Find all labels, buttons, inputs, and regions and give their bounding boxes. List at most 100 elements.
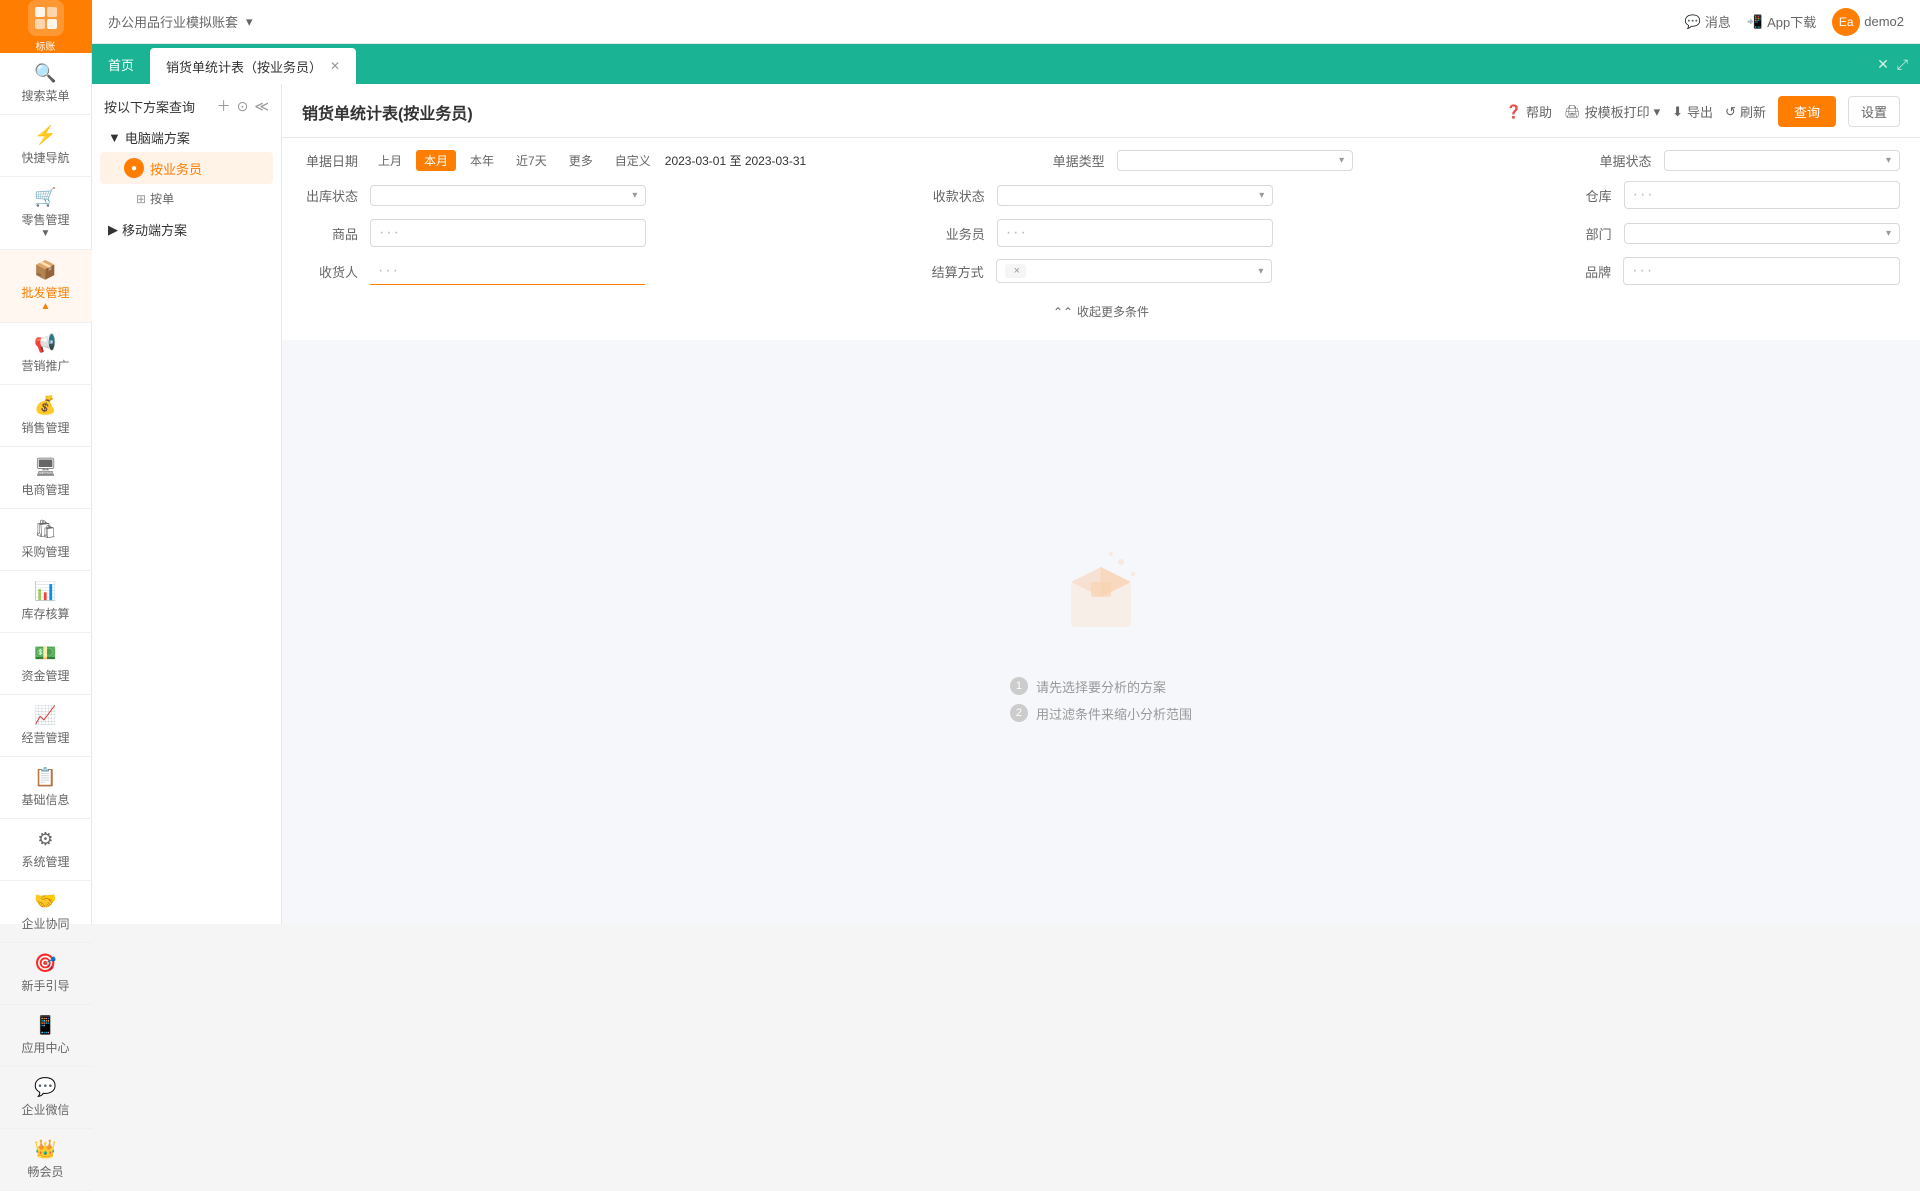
date-btn-last-month[interactable]: 上月	[370, 150, 410, 171]
goods-input[interactable]: ···	[370, 219, 646, 247]
sidebar-item-inventory[interactable]: 📊 库存核算	[0, 571, 92, 633]
out-status-select[interactable]: ▾	[370, 185, 646, 206]
settlement-label: 结算方式	[928, 262, 984, 281]
out-status-label: 出库状态	[302, 186, 358, 205]
tab-bar: 首页 销货单统计表（按业务员） ✕ ✕ ⤢	[92, 44, 1920, 84]
doc-status-arrow: ▾	[1886, 155, 1891, 166]
empty-tip-2: 2 用过滤条件来缩小分析范围	[1010, 704, 1192, 723]
help-icon: ❓	[1506, 104, 1522, 120]
sidebar-item-member[interactable]: 👑 畅会员	[0, 1129, 92, 1191]
page-title-row: 销货单统计表(按业务员) ❓ 帮助 🖨 按模板打印 ▾ ⬇	[302, 96, 1900, 137]
date-btn-this-year[interactable]: 本年	[462, 150, 502, 171]
shortcut-icon: ⚡	[34, 125, 56, 146]
doc-type-select[interactable]: ▾	[1117, 150, 1353, 171]
close-window-btn[interactable]: ✕	[1877, 56, 1889, 73]
filter-row-3: 商品 ··· 业务员 ··· 部门 ▾	[302, 219, 1900, 247]
settlement-arrow: ▾	[1258, 266, 1263, 277]
export-btn[interactable]: ⬇ 导出	[1672, 102, 1713, 121]
date-range: 2023-03-01 至 2023-03-31	[665, 152, 806, 169]
date-btn-this-month[interactable]: 本月	[416, 150, 456, 171]
filter-section: 单据日期 上月 本月 本年 近7天 更多 自定义 2023-03-01 至 20…	[282, 138, 1920, 340]
tip-num-1: 1	[1010, 677, 1028, 695]
sidebar-item-operations[interactable]: 📈 经营管理	[0, 695, 92, 757]
doc-type-arrow: ▾	[1339, 155, 1344, 166]
maximize-window-btn[interactable]: ⤢	[1897, 56, 1908, 73]
system-icon: ⚙	[37, 829, 53, 850]
warehouse-label: 仓库	[1556, 186, 1612, 205]
sidebar-item-sales[interactable]: 💰 销售管理	[0, 385, 92, 447]
payment-status-select[interactable]: ▾	[997, 185, 1273, 206]
warehouse-input[interactable]: ···	[1624, 181, 1900, 209]
tab-sales-stat[interactable]: 销货单统计表（按业务员） ✕	[150, 48, 356, 84]
collapse-row: ⌃⌃ 收起更多条件	[302, 295, 1900, 328]
sidebar-shortcut[interactable]: ⚡ 快捷导航	[0, 115, 92, 177]
header-right: 💬 消息 📲 App下载 Ea demo2	[1685, 8, 1904, 36]
message-btn[interactable]: 💬 消息	[1685, 12, 1731, 31]
brand-input[interactable]: ···	[1623, 257, 1900, 285]
doc-status-label: 单据状态	[1596, 151, 1652, 170]
member-icon: 👑	[34, 1139, 56, 1160]
tree-parent-pc[interactable]: ▼ 电脑端方案	[100, 124, 273, 151]
inventory-icon: 📊	[34, 581, 56, 602]
print-dropdown-icon: ▾	[1654, 104, 1661, 120]
empty-tip-1: 1 请先选择要分析的方案	[1010, 677, 1192, 696]
sidebar-search[interactable]: 🔍 搜索菜单	[0, 53, 92, 115]
empty-tips: 1 请先选择要分析的方案 2 用过滤条件来缩小分析范围	[1010, 677, 1192, 723]
payment-status-arrow: ▾	[1259, 190, 1264, 201]
date-btn-custom[interactable]: 自定义	[607, 150, 659, 171]
app-download-btn[interactable]: 📲 App下载	[1747, 12, 1816, 31]
top-header: 办公用品行业模拟账套 ▾ 💬 消息 📲 App下载 Ea demo2	[92, 0, 1920, 44]
settings-btn[interactable]: 设置	[1848, 96, 1900, 127]
settlement-tag-close[interactable]: ×	[1014, 265, 1020, 277]
template-print-btn[interactable]: 🖨 按模板打印 ▾	[1564, 102, 1660, 121]
breadcrumb: 办公用品行业模拟账套 ▾	[108, 12, 253, 31]
settlement-tag: ×	[1005, 264, 1026, 278]
sidebar-item-ecommerce[interactable]: 🖥 电商管理	[0, 447, 92, 509]
salesman-input[interactable]: ···	[997, 219, 1273, 247]
sidebar-item-finance[interactable]: 💵 资金管理	[0, 633, 92, 695]
sidebar-item-newbie[interactable]: 🎯 新手引导	[0, 943, 92, 1005]
tree-parent-mobile[interactable]: ▶ 移动端方案	[100, 216, 273, 243]
sidebar-item-marketing[interactable]: 📢 营销推广	[0, 323, 92, 385]
edit-scheme-btn[interactable]: ⊙	[237, 98, 249, 115]
retail-icon: 🛒	[34, 187, 56, 208]
collapse-btn[interactable]: ⌃⌃ 收起更多条件	[1053, 303, 1149, 320]
wechat-icon: 💬	[34, 1077, 56, 1098]
sidebar-item-system[interactable]: ⚙ 系统管理	[0, 819, 92, 881]
date-btn-more[interactable]: 更多	[561, 150, 601, 171]
sidebar-item-appcenter[interactable]: 📱 应用中心	[0, 1005, 92, 1067]
sidebar-item-retail[interactable]: 🛒 零售管理 ▼	[0, 177, 92, 250]
main-area: 办公用品行业模拟账套 ▾ 💬 消息 📲 App下载 Ea demo2 首页	[92, 0, 1920, 924]
recipient-input[interactable]: ···	[370, 258, 645, 285]
tree-grandchild-by-order[interactable]: ⊞ 按单	[100, 185, 273, 212]
left-panel: 按以下方案查询 ＋ ⊙ ≪ ▼ 电脑端方案 ● 按业务员 ⊞ 按	[92, 84, 282, 924]
data-area: 1 请先选择要分析的方案 2 用过滤条件来缩小分析范围	[282, 340, 1920, 924]
refresh-btn[interactable]: ↺ 刷新	[1725, 102, 1766, 121]
ecommerce-icon: 🖥	[34, 457, 57, 478]
tab-home[interactable]: 首页	[92, 44, 150, 84]
finance-icon: 💵	[34, 643, 56, 664]
query-btn[interactable]: 查询	[1778, 96, 1836, 127]
page-title: 销货单统计表(按业务员)	[302, 100, 473, 124]
add-scheme-btn[interactable]: ＋	[217, 96, 231, 116]
page-actions: ❓ 帮助 🖨 按模板打印 ▾ ⬇ 导出 ↺	[1506, 96, 1900, 127]
export-icon: ⬇	[1672, 104, 1683, 120]
help-btn[interactable]: ❓ 帮助	[1506, 102, 1552, 121]
tree-child-by-salesman[interactable]: ● 按业务员	[100, 152, 273, 184]
sidebar-item-enterprise[interactable]: 🤝 企业协同	[0, 881, 92, 943]
breadcrumb-dropdown-icon[interactable]: ▾	[246, 14, 253, 30]
wholesale-icon: 📦	[34, 260, 56, 281]
tab-close-icon[interactable]: ✕	[330, 60, 340, 72]
doc-status-select[interactable]: ▾	[1664, 150, 1900, 171]
tree-section: ▼ 电脑端方案 ● 按业务员 ⊞ 按单 ▶ 移动端方案	[92, 124, 281, 243]
user-menu[interactable]: Ea demo2	[1832, 8, 1904, 36]
settlement-select[interactable]: × ▾	[996, 259, 1273, 283]
date-btn-7days[interactable]: 近7天	[508, 150, 555, 171]
sidebar-item-purchase[interactable]: 🛍 采购管理	[0, 509, 92, 571]
sidebar-item-wechat[interactable]: 💬 企业微信	[0, 1067, 92, 1129]
collapse-panel-btn[interactable]: ≪	[254, 98, 269, 115]
sidebar-item-wholesale[interactable]: 📦 批发管理 ▲	[0, 250, 92, 323]
dept-select[interactable]: ▾	[1624, 223, 1900, 244]
sidebar-item-basic[interactable]: 📋 基础信息	[0, 757, 92, 819]
search-icon: 🔍	[34, 63, 56, 84]
